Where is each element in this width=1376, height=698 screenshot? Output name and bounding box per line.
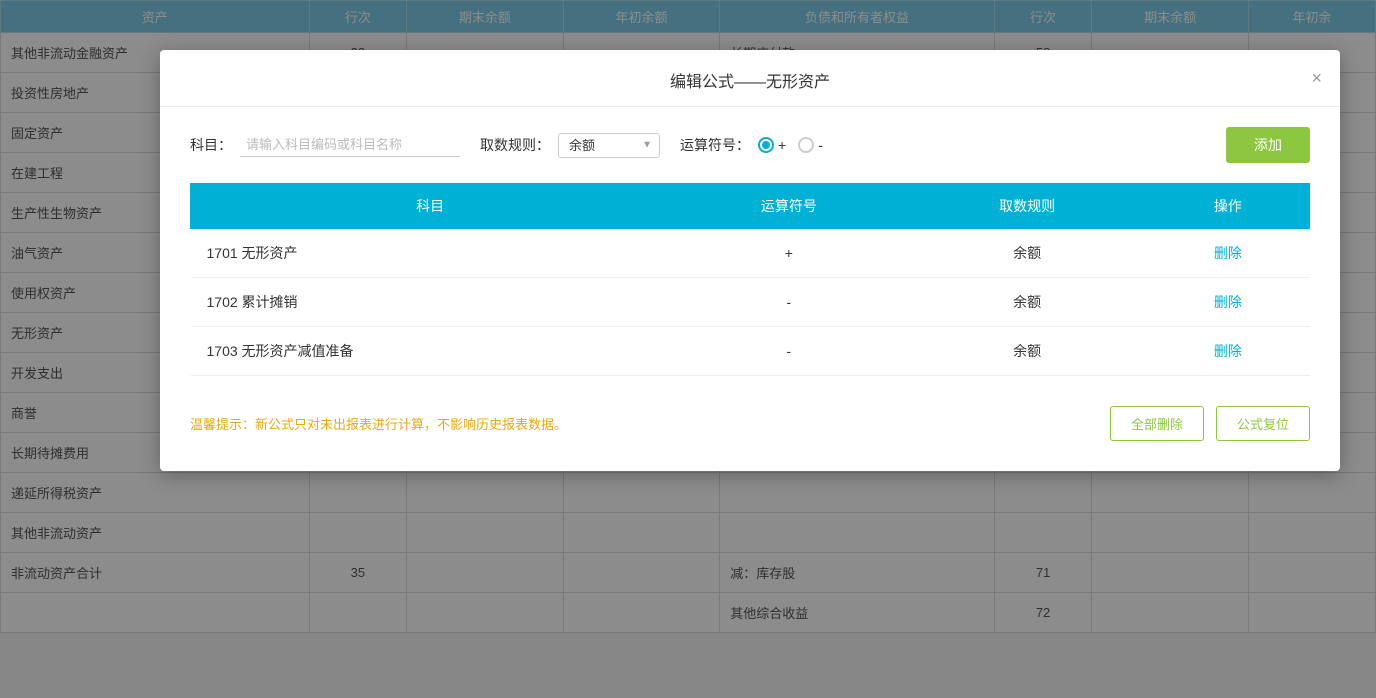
modal-close-button[interactable]: × <box>1311 69 1322 87</box>
delete-row-link[interactable]: 删除 <box>1214 294 1242 310</box>
subject-label: 科目： <box>190 135 232 155</box>
formula-row: 1703 无形资产减值准备 - 余额 删除 <box>191 327 1310 376</box>
operator-label: 运算符号： <box>680 135 750 155</box>
formula-rule-cell: 余额 <box>908 327 1146 376</box>
modal-header: 编辑公式——无形资产 × <box>160 50 1340 107</box>
formula-row: 1702 累计摊销 - 余额 删除 <box>191 278 1310 327</box>
radio-minus-indicator <box>798 137 814 153</box>
modal-title: 编辑公式——无形资产 <box>670 68 830 92</box>
formula-operator-cell: - <box>670 278 908 327</box>
formula-row: 1701 无形资产 + 余额 删除 <box>191 229 1310 278</box>
table-header-subject: 科目 <box>191 184 670 229</box>
modal-footer: 温馨提示：新公式只对未出报表进行计算，不影响历史报表数据。 全部删除 公式复位 <box>160 396 1340 441</box>
edit-formula-modal: 编辑公式——无形资产 × 科目： 取数规则： 余额 借方发生额 贷方发生额 ▼ … <box>160 50 1340 471</box>
operator-minus-label: - <box>818 137 823 153</box>
formula-rule-cell: 余额 <box>908 229 1146 278</box>
delete-row-link[interactable]: 删除 <box>1214 343 1242 359</box>
formula-subject-cell: 1702 累计摊销 <box>191 278 670 327</box>
subject-form-group: 科目： <box>190 133 460 157</box>
radio-plus-dot <box>762 141 770 149</box>
subject-input[interactable] <box>240 133 460 157</box>
formula-action-cell: 删除 <box>1146 327 1309 376</box>
delete-row-link[interactable]: 删除 <box>1214 245 1242 261</box>
rule-select-wrapper: 余额 借方发生额 贷方发生额 ▼ <box>558 133 660 158</box>
reset-formula-button[interactable]: 公式复位 <box>1216 406 1310 441</box>
formula-subject-cell: 1703 无形资产减值准备 <box>191 327 670 376</box>
table-header-operator: 运算符号 <box>670 184 908 229</box>
operator-minus-option[interactable]: - <box>798 137 823 153</box>
rule-form-group: 取数规则： 余额 借方发生额 贷方发生额 ▼ <box>480 133 660 158</box>
table-header-action: 操作 <box>1146 184 1309 229</box>
delete-all-button[interactable]: 全部删除 <box>1110 406 1204 441</box>
formula-subject-cell: 1701 无形资产 <box>191 229 670 278</box>
operator-radio-group: + - <box>758 137 823 153</box>
table-header-rule: 取数规则 <box>908 184 1146 229</box>
formula-operator-cell: - <box>670 327 908 376</box>
rule-select[interactable]: 余额 借方发生额 贷方发生额 <box>558 133 660 158</box>
formula-action-cell: 删除 <box>1146 229 1309 278</box>
rule-label: 取数规则： <box>480 135 550 155</box>
footer-buttons: 全部删除 公式复位 <box>1110 406 1310 441</box>
formula-table-wrapper: 科目 运算符号 取数规则 操作 1701 无形资产 + 余额 删除 1702 累… <box>160 183 1340 376</box>
operator-plus-option[interactable]: + <box>758 137 786 153</box>
radio-plus-indicator <box>758 137 774 153</box>
hint-text: 温馨提示：新公式只对未出报表进行计算，不影响历史报表数据。 <box>190 414 567 433</box>
operator-form-group: 运算符号： + - <box>680 135 823 155</box>
formula-action-cell: 删除 <box>1146 278 1309 327</box>
add-button[interactable]: 添加 <box>1226 127 1310 163</box>
formula-form-row: 科目： 取数规则： 余额 借方发生额 贷方发生额 ▼ 运算符号： <box>160 107 1340 183</box>
formula-operator-cell: + <box>670 229 908 278</box>
operator-plus-label: + <box>778 137 786 153</box>
formula-rule-cell: 余额 <box>908 278 1146 327</box>
formula-table: 科目 运算符号 取数规则 操作 1701 无形资产 + 余额 删除 1702 累… <box>190 183 1310 376</box>
